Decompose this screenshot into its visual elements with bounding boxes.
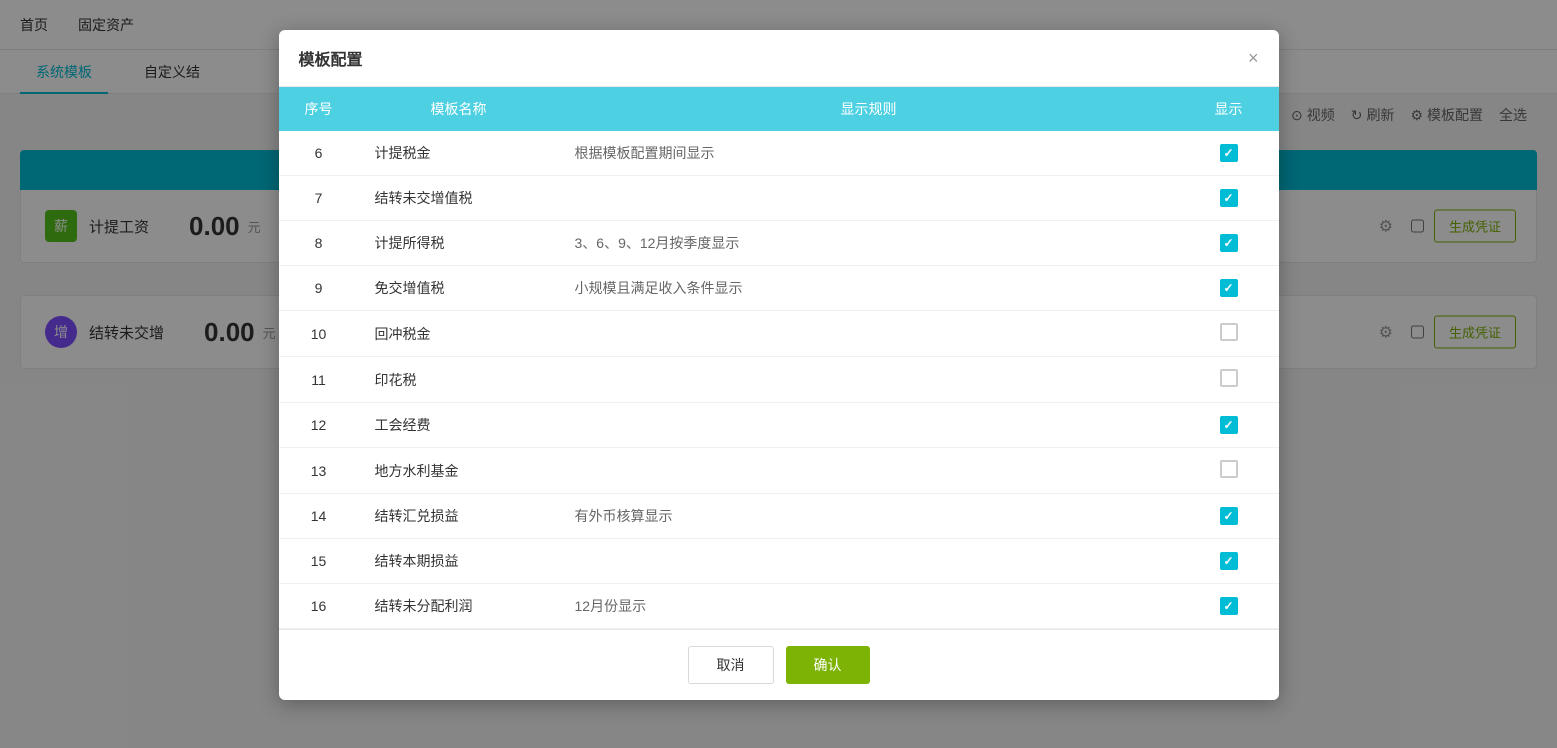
cell-name-8: 结转汇兑损益 [359,494,559,539]
cancel-button[interactable]: 取消 [688,646,774,684]
cell-name-4: 回冲税金 [359,311,559,357]
cell-num-10: 16 [279,584,359,629]
modal-body: 序号 模板名称 显示规则 显示 6 计提税金 根据模板配置期间显示 7 结转未交… [279,87,1279,629]
cell-show-9[interactable] [1179,539,1279,584]
table-header: 序号 模板名称 显示规则 显示 [279,87,1279,131]
checkbox-3[interactable] [1220,279,1238,297]
cell-num-8: 14 [279,494,359,539]
table-row: 13 地方水利基金 [279,448,1279,494]
template-config-modal: 模板配置 × 序号 模板名称 显示规则 显示 6 [279,30,1279,700]
table-row: 16 结转未分配利润 12月份显示 [279,584,1279,629]
cell-name-3: 免交增值税 [359,266,559,311]
cell-name-2: 计提所得税 [359,221,559,266]
cell-show-7[interactable] [1179,448,1279,494]
cell-num-0: 6 [279,131,359,176]
checkbox-5[interactable] [1220,369,1238,387]
cell-num-6: 12 [279,403,359,448]
col-header-name: 模板名称 [359,87,559,131]
table-row: 14 结转汇兑损益 有外币核算显示 [279,494,1279,539]
checkbox-2[interactable] [1220,234,1238,252]
cell-rule-10: 12月份显示 [559,584,1179,629]
cell-name-5: 印花税 [359,357,559,403]
cell-num-7: 13 [279,448,359,494]
cell-rule-9 [559,539,1179,584]
checkbox-4[interactable] [1220,323,1238,341]
table-row: 8 计提所得税 3、6、9、12月按季度显示 [279,221,1279,266]
checkbox-9[interactable] [1220,552,1238,570]
cell-name-10: 结转未分配利润 [359,584,559,629]
table-row: 6 计提税金 根据模板配置期间显示 [279,131,1279,176]
cell-show-0[interactable] [1179,131,1279,176]
confirm-button[interactable]: 确认 [786,646,870,684]
cell-num-2: 8 [279,221,359,266]
modal-footer: 取消 确认 [279,629,1279,700]
cell-show-5[interactable] [1179,357,1279,403]
cell-num-4: 10 [279,311,359,357]
modal-close-button[interactable]: × [1248,49,1259,67]
table-row: 11 印花税 [279,357,1279,403]
cell-show-10[interactable] [1179,584,1279,629]
cell-rule-7 [559,448,1179,494]
checkbox-10[interactable] [1220,597,1238,615]
cell-name-1: 结转未交增值税 [359,176,559,221]
table-row: 7 结转未交增值税 [279,176,1279,221]
cell-num-1: 7 [279,176,359,221]
template-table: 序号 模板名称 显示规则 显示 6 计提税金 根据模板配置期间显示 7 结转未交… [279,87,1279,629]
cell-show-2[interactable] [1179,221,1279,266]
table-row: 10 回冲税金 [279,311,1279,357]
cell-num-9: 15 [279,539,359,584]
cell-name-9: 结转本期损益 [359,539,559,584]
cell-rule-3: 小规模且满足收入条件显示 [559,266,1179,311]
checkbox-8[interactable] [1220,507,1238,525]
col-header-rule: 显示规则 [559,87,1179,131]
cell-show-3[interactable] [1179,266,1279,311]
col-header-show: 显示 [1179,87,1279,131]
cell-num-3: 9 [279,266,359,311]
cell-rule-2: 3、6、9、12月按季度显示 [559,221,1179,266]
cell-name-6: 工会经费 [359,403,559,448]
cell-rule-8: 有外币核算显示 [559,494,1179,539]
cell-rule-1 [559,176,1179,221]
modal-overlay: 模板配置 × 序号 模板名称 显示规则 显示 6 [0,0,1557,748]
modal-title: 模板配置 [299,46,363,70]
cell-rule-5 [559,357,1179,403]
cell-rule-6 [559,403,1179,448]
cell-show-8[interactable] [1179,494,1279,539]
cell-name-0: 计提税金 [359,131,559,176]
table-row: 9 免交增值税 小规模且满足收入条件显示 [279,266,1279,311]
table-scroll-area[interactable]: 序号 模板名称 显示规则 显示 6 计提税金 根据模板配置期间显示 7 结转未交… [279,87,1279,629]
modal-header: 模板配置 × [279,30,1279,87]
cell-show-1[interactable] [1179,176,1279,221]
cell-rule-0: 根据模板配置期间显示 [559,131,1179,176]
checkbox-7[interactable] [1220,460,1238,478]
cell-num-5: 11 [279,357,359,403]
checkbox-1[interactable] [1220,189,1238,207]
col-header-num: 序号 [279,87,359,131]
table-row: 15 结转本期损益 [279,539,1279,584]
cell-show-4[interactable] [1179,311,1279,357]
checkbox-6[interactable] [1220,416,1238,434]
table-body: 6 计提税金 根据模板配置期间显示 7 结转未交增值税 8 计提所得税 3、6、… [279,131,1279,629]
checkbox-0[interactable] [1220,144,1238,162]
cell-show-6[interactable] [1179,403,1279,448]
cell-name-7: 地方水利基金 [359,448,559,494]
table-row: 12 工会经费 [279,403,1279,448]
cell-rule-4 [559,311,1179,357]
